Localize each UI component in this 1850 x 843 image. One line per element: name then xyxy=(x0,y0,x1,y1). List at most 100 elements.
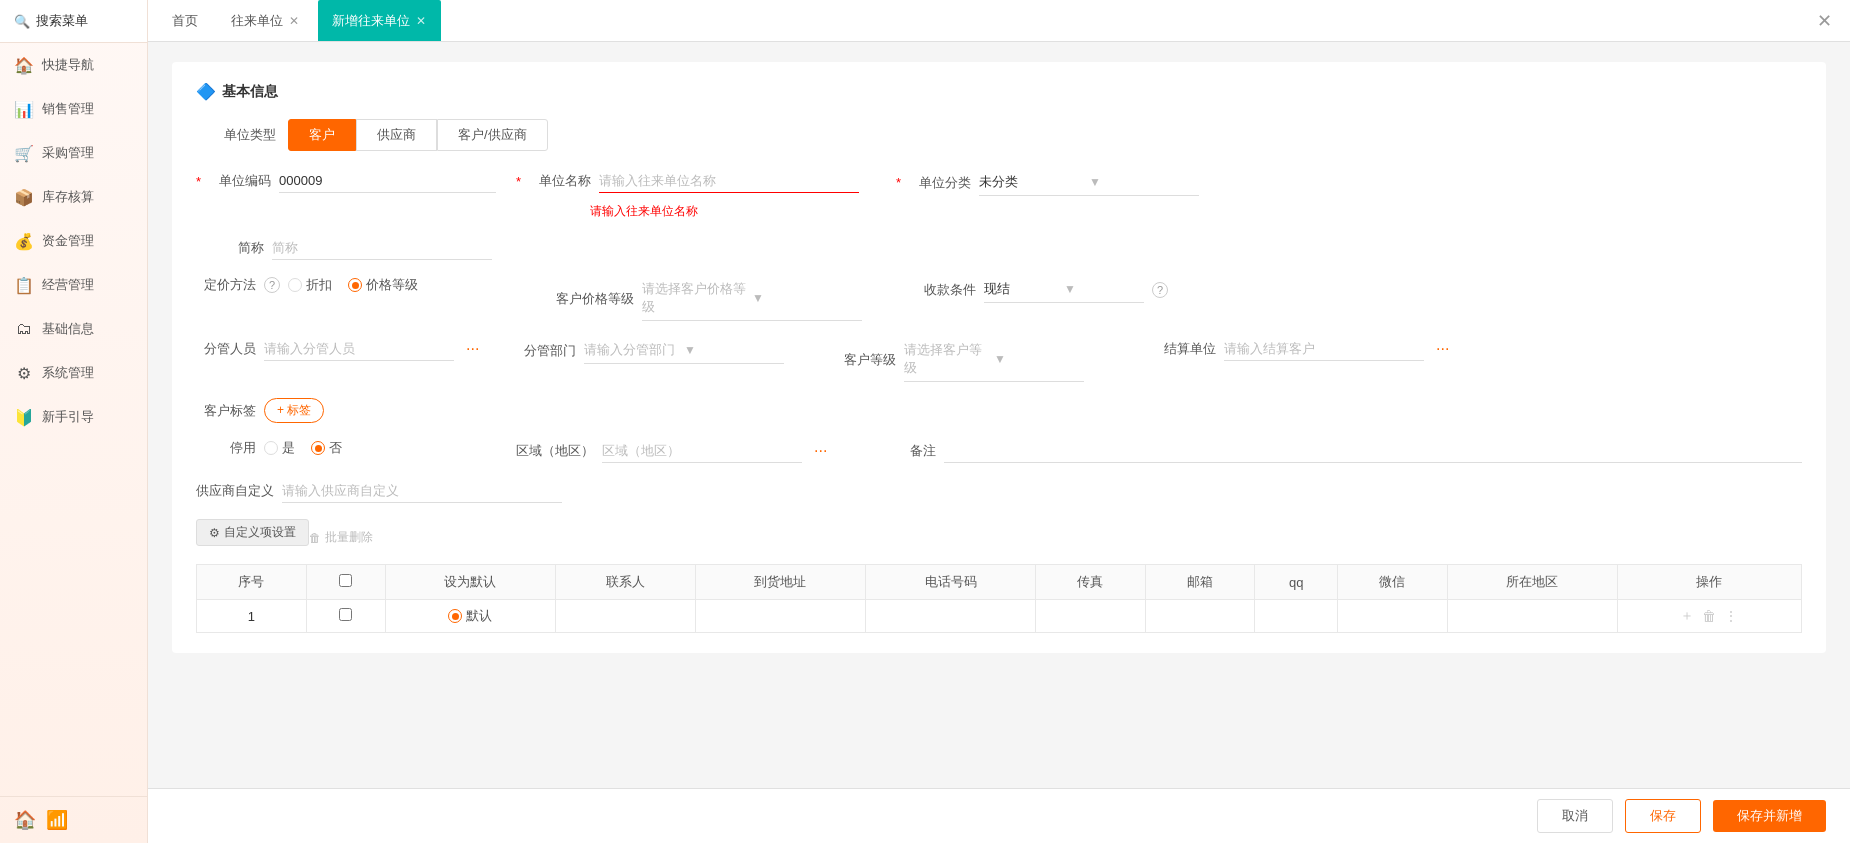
unit-type-btn-1[interactable]: 供应商 xyxy=(356,119,437,151)
cell-address xyxy=(695,600,865,633)
pt-label: 收款条件 xyxy=(916,281,976,299)
batch-delete-button[interactable]: 🗑 批量删除 xyxy=(309,529,373,546)
pricing-method-label: 定价方法 xyxy=(196,276,256,294)
cpl-select[interactable]: 请选择客户价格等级 ▼ xyxy=(642,276,862,321)
sidebar-item-operation[interactable]: 📋经营管理 xyxy=(0,263,147,307)
sidebar-item-guide[interactable]: 🔰新手引导 xyxy=(0,395,147,439)
note-input[interactable] xyxy=(944,439,1802,463)
unit-category-select[interactable]: 未分类 ▼ xyxy=(979,169,1199,196)
unit-code-input[interactable] xyxy=(279,169,496,193)
payment-terms-field: 收款条件 现结 ▼ ? xyxy=(916,276,1256,303)
region-more-btn[interactable]: ··· xyxy=(810,442,831,460)
unit-name-input[interactable] xyxy=(599,169,859,193)
unit-type-row: 单位类型 客户供应商客户/供应商 xyxy=(196,119,1802,151)
stats-icon: 📶 xyxy=(46,809,68,831)
radio-no[interactable]: 否 xyxy=(311,439,342,457)
unit-code-label: 单位编码 xyxy=(211,172,271,190)
pricing-radio-group: 折扣 价格等级 xyxy=(288,276,418,294)
save-add-button[interactable]: 保存并新增 xyxy=(1713,800,1826,832)
radio-discount[interactable]: 折扣 xyxy=(288,276,332,294)
radio-yes[interactable]: 是 xyxy=(264,439,295,457)
add-row-button[interactable]: ＋ xyxy=(1680,607,1694,625)
region-input[interactable] xyxy=(602,439,802,463)
row-checkbox[interactable] xyxy=(339,608,352,621)
default-radio[interactable]: 默认 xyxy=(396,607,545,625)
cell-contact xyxy=(555,600,695,633)
sidebar-item-quick-nav[interactable]: 🏠快捷导航 xyxy=(0,43,147,87)
cl-label: 客户等级 xyxy=(836,351,896,369)
dept-select[interactable]: 请输入分管部门 ▼ xyxy=(584,337,784,364)
cell-email xyxy=(1145,600,1255,633)
select-all-checkbox[interactable] xyxy=(339,574,352,587)
custom-settings-button[interactable]: ⚙ 自定义项设置 xyxy=(196,519,309,546)
su-more-btn[interactable]: ··· xyxy=(1432,340,1453,358)
pt-select[interactable]: 现结 ▼ xyxy=(984,276,1144,303)
default-radio-dot xyxy=(452,613,459,620)
pt-value: 现结 xyxy=(984,280,1064,298)
sales-icon: 📊 xyxy=(14,99,34,119)
form-row-3: 定价方法 ? 折扣 价格等级 xyxy=(196,276,1802,321)
sidebar-label-basic-info: 基础信息 xyxy=(42,320,94,338)
pricing-help-icon[interactable]: ? xyxy=(264,277,280,293)
cell-wechat xyxy=(1338,600,1448,633)
radio-price-level[interactable]: 价格等级 xyxy=(348,276,418,294)
pt-help-icon[interactable]: ? xyxy=(1152,282,1168,298)
search-label: 搜索菜单 xyxy=(36,12,88,30)
col-seq: 序号 xyxy=(197,565,307,600)
search-menu[interactable]: 🔍 搜索菜单 xyxy=(0,0,147,43)
delete-row-button[interactable]: 🗑 xyxy=(1702,608,1716,624)
tab-close-new-contact[interactable]: ✕ xyxy=(416,14,426,28)
supplier-custom-field: 供应商自定义 xyxy=(196,479,596,503)
sidebar-item-sales[interactable]: 📊销售管理 xyxy=(0,87,147,131)
unit-type-btn-2[interactable]: 客户/供应商 xyxy=(437,119,548,151)
region-field: 区域（地区） ··· xyxy=(516,439,856,463)
sidebar-item-basic-info[interactable]: 🗂基础信息 xyxy=(0,307,147,351)
cl-select[interactable]: 请选择客户等级 ▼ xyxy=(904,337,1084,382)
sidebar: 🔍 搜索菜单 🏠快捷导航📊销售管理🛒采购管理📦库存核算💰资金管理📋经营管理🗂基础… xyxy=(0,0,148,843)
col-address: 到货地址 xyxy=(695,565,865,600)
form-area: 🔷 基本信息 单位类型 客户供应商客户/供应商 * 单位编码 * xyxy=(148,42,1850,788)
radio-dot-no xyxy=(315,445,322,452)
sc-input[interactable] xyxy=(282,479,562,503)
unit-type-btn-0[interactable]: 客户 xyxy=(288,119,356,151)
batch-delete-label: 批量删除 xyxy=(325,529,373,546)
note-field: 备注 xyxy=(876,439,1802,463)
default-radio-circle xyxy=(448,609,462,623)
su-input[interactable] xyxy=(1224,337,1424,361)
window-close-button[interactable]: ✕ xyxy=(1809,10,1840,32)
unit-type-label: 单位类型 xyxy=(196,126,276,144)
tab-new-contact[interactable]: 新增往来单位✕ xyxy=(318,0,441,41)
save-button[interactable]: 保存 xyxy=(1625,799,1701,833)
home-icon: 🏠 xyxy=(14,809,36,831)
manager-more-btn[interactable]: ··· xyxy=(462,340,483,358)
radio-discount-label: 折扣 xyxy=(306,276,332,294)
required-star: * xyxy=(196,174,201,189)
sidebar-label-finance: 资金管理 xyxy=(42,232,94,250)
search-icon: 🔍 xyxy=(14,14,30,29)
col-actions: 操作 xyxy=(1617,565,1801,600)
customer-level-field: 客户等级 请选择客户等级 ▼ xyxy=(836,337,1136,382)
sidebar-item-finance[interactable]: 💰资金管理 xyxy=(0,219,147,263)
customer-tag-field: 客户标签 + 标签 xyxy=(196,398,1802,423)
add-tag-button[interactable]: + 标签 xyxy=(264,398,324,423)
manager-input[interactable] xyxy=(264,337,454,361)
sidebar-item-inventory[interactable]: 📦库存核算 xyxy=(0,175,147,219)
sidebar-item-system[interactable]: ⚙系统管理 xyxy=(0,351,147,395)
drag-handle[interactable]: ⋮ xyxy=(1724,608,1738,624)
cell-region xyxy=(1447,600,1617,633)
section-icon: 🔷 xyxy=(196,82,216,101)
sidebar-label-guide: 新手引导 xyxy=(42,408,94,426)
cancel-button[interactable]: 取消 xyxy=(1537,799,1613,833)
section-title: 🔷 基本信息 xyxy=(196,82,1802,101)
tab-close-contacts[interactable]: ✕ xyxy=(289,14,299,28)
sidebar-item-purchase[interactable]: 🛒采购管理 xyxy=(0,131,147,175)
tab-contacts[interactable]: 往来单位✕ xyxy=(217,0,314,41)
col-check xyxy=(306,565,385,600)
form-row-5: 客户标签 + 标签 xyxy=(196,398,1802,423)
abbreviation-input[interactable] xyxy=(272,236,492,260)
settings-icon: ⚙ xyxy=(209,526,220,540)
system-icon: ⚙ xyxy=(14,363,34,383)
unit-type-buttons: 客户供应商客户/供应商 xyxy=(288,119,548,151)
cell-actions: ＋ 🗑 ⋮ xyxy=(1617,600,1801,633)
tab-home[interactable]: 首页 xyxy=(158,0,213,41)
